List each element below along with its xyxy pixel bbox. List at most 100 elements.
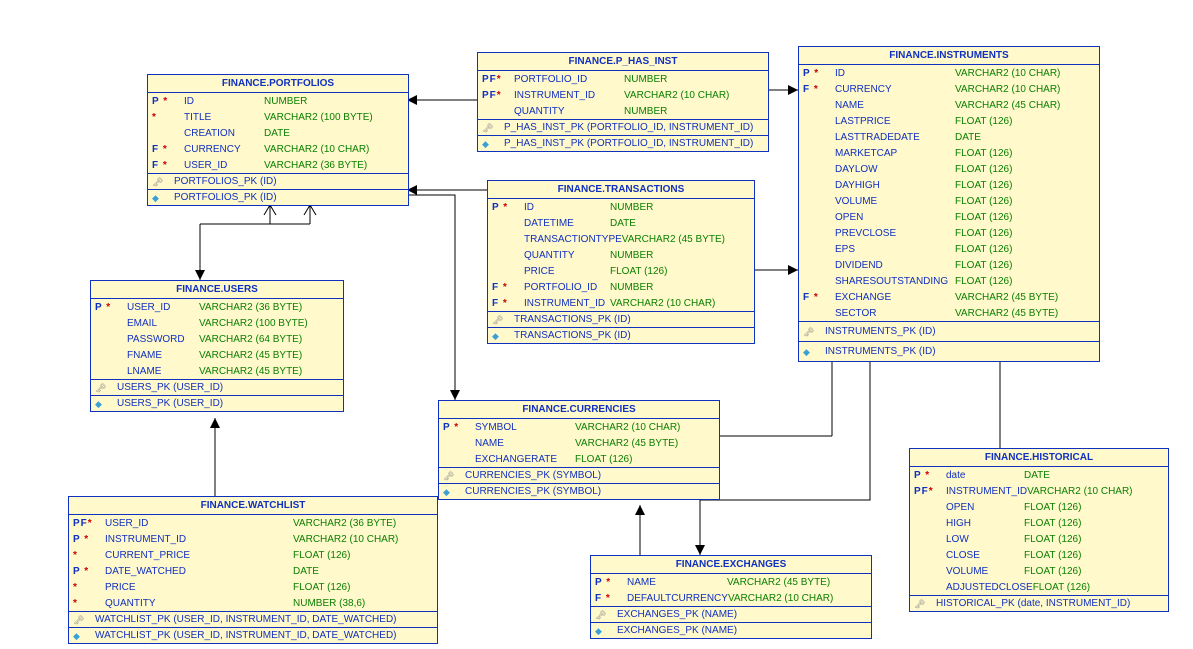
- column-type: NUMBER (38,6): [293, 598, 433, 609]
- column-row: PF*INSTRUMENT_IDVARCHAR2 (10 CHAR): [478, 87, 768, 103]
- column-name: SHARESOUTSTANDING: [835, 276, 955, 287]
- column-row: SHARESOUTSTANDINGFLOAT (126): [799, 273, 1099, 289]
- column-name: PORTFOLIO_ID: [514, 74, 624, 85]
- column-row: SECTORVARCHAR2 (45 BYTE): [799, 305, 1099, 321]
- entity-historical[interactable]: FINANCE.HISTORICAL P *dateDATEPF*INSTRUM…: [909, 448, 1169, 612]
- column-type: VARCHAR2 (45 BYTE): [955, 292, 1095, 303]
- column-flags: F *: [595, 593, 627, 604]
- pk-icon: [152, 177, 168, 187]
- entity-title: FINANCE.HISTORICAL: [910, 449, 1168, 467]
- column-name: NAME: [627, 577, 727, 588]
- column-type: VARCHAR2 (45 BYTE): [199, 366, 339, 377]
- column-type: NUMBER: [624, 106, 764, 117]
- column-type: VARCHAR2 (10 CHAR): [955, 68, 1095, 79]
- column-row: QUANTITYNUMBER: [488, 247, 754, 263]
- pk-icon: [803, 327, 819, 337]
- column-type: FLOAT (126): [293, 582, 433, 593]
- column-flags: *: [152, 112, 184, 123]
- column-flags: F *: [803, 292, 835, 303]
- pk-icon: [95, 383, 111, 393]
- column-type: FLOAT (126): [955, 260, 1095, 271]
- column-row: F *CURRENCYVARCHAR2 (10 CHAR): [148, 141, 408, 157]
- column-type: FLOAT (126): [1024, 518, 1164, 529]
- column-type: VARCHAR2 (45 BYTE): [727, 577, 867, 588]
- column-name: DAYHIGH: [835, 180, 955, 191]
- column-type: VARCHAR2 (10 CHAR): [955, 84, 1095, 95]
- column-type: FLOAT (126): [955, 164, 1095, 175]
- column-name: TITLE: [184, 112, 264, 123]
- column-name: EMAIL: [127, 318, 199, 329]
- column-name: ADJUSTEDCLOSE: [946, 582, 1033, 593]
- entity-exchanges[interactable]: FINANCE.EXCHANGES P *NAMEVARCHAR2 (45 BY…: [590, 555, 872, 639]
- column-name: LASTTRADEDATE: [835, 132, 955, 143]
- column-row: PRICEFLOAT (126): [488, 263, 754, 279]
- column-name: CURRENT_PRICE: [105, 550, 293, 561]
- entity-watchlist[interactable]: FINANCE.WATCHLIST PF*USER_IDVARCHAR2 (36…: [68, 496, 438, 644]
- column-name: DIVIDEND: [835, 260, 955, 271]
- entity-p-has-inst[interactable]: FINANCE.P_HAS_INST PF*PORTFOLIO_IDNUMBER…: [477, 52, 769, 152]
- column-flags: PF*: [482, 90, 514, 101]
- column-type: VARCHAR2 (36 BYTE): [199, 302, 339, 313]
- column-row: CREATIONDATE: [148, 125, 408, 141]
- column-name: INSTRUMENT_ID: [946, 486, 1027, 497]
- column-type: FLOAT (126): [955, 196, 1095, 207]
- column-name: OPEN: [946, 502, 1024, 513]
- column-row: TRANSACTIONTYPEVARCHAR2 (45 BYTE): [488, 231, 754, 247]
- entity-title: FINANCE.EXCHANGES: [591, 556, 871, 574]
- column-name: FNAME: [127, 350, 199, 361]
- column-name: PASSWORD: [127, 334, 199, 345]
- column-row: P *IDVARCHAR2 (10 CHAR): [799, 65, 1099, 81]
- column-flags: P *: [492, 202, 524, 213]
- column-name: VOLUME: [835, 196, 955, 207]
- column-row: FNAMEVARCHAR2 (45 BYTE): [91, 347, 343, 363]
- pk-icon: [73, 615, 89, 625]
- column-row: MARKETCAPFLOAT (126): [799, 145, 1099, 161]
- entity-users[interactable]: FINANCE.USERS P *USER_IDVARCHAR2 (36 BYT…: [90, 280, 344, 412]
- column-row: F *EXCHANGEVARCHAR2 (45 BYTE): [799, 289, 1099, 305]
- column-type: VARCHAR2 (45 BYTE): [575, 438, 715, 449]
- pk-icon: [914, 599, 930, 609]
- entity-instruments[interactable]: FINANCE.INSTRUMENTS P *IDVARCHAR2 (10 CH…: [798, 46, 1100, 362]
- column-name: NAME: [475, 438, 575, 449]
- column-row: DAYHIGHFLOAT (126): [799, 177, 1099, 193]
- column-type: NUMBER: [610, 202, 750, 213]
- entity-portfolios[interactable]: FINANCE.PORTFOLIOS P *IDNUMBER*TITLEVARC…: [147, 74, 409, 206]
- column-type: VARCHAR2 (100 BYTE): [199, 318, 339, 329]
- column-type: VARCHAR2 (10 CHAR): [575, 422, 715, 433]
- entity-currencies[interactable]: FINANCE.CURRENCIES P *SYMBOLVARCHAR2 (10…: [438, 400, 720, 500]
- column-type: FLOAT (126): [955, 276, 1095, 287]
- column-row: HIGHFLOAT (126): [910, 515, 1168, 531]
- column-name: SYMBOL: [475, 422, 575, 433]
- column-name: NAME: [835, 100, 955, 111]
- column-name: INSTRUMENT_ID: [524, 298, 610, 309]
- uk-icon: [595, 626, 611, 636]
- column-type: VARCHAR2 (36 BYTE): [293, 518, 433, 529]
- column-row: PF*INSTRUMENT_IDVARCHAR2 (10 CHAR): [910, 483, 1168, 499]
- column-name: QUANTITY: [514, 106, 624, 117]
- column-flags: F *: [152, 160, 184, 171]
- column-row: *CURRENT_PRICEFLOAT (126): [69, 547, 437, 563]
- entity-transactions[interactable]: FINANCE.TRANSACTIONS P *IDNUMBERDATETIME…: [487, 180, 755, 344]
- column-row: EPSFLOAT (126): [799, 241, 1099, 257]
- column-flags: P *: [914, 470, 946, 481]
- column-row: PF*USER_IDVARCHAR2 (36 BYTE): [69, 515, 437, 531]
- column-name: USER_ID: [127, 302, 199, 313]
- column-type: FLOAT (126): [955, 212, 1095, 223]
- column-row: F *DEFAULTCURRENCYVARCHAR2 (10 CHAR): [591, 590, 871, 606]
- column-type: FLOAT (126): [955, 228, 1095, 239]
- column-flags: *: [73, 550, 105, 561]
- column-type: VARCHAR2 (100 BYTE): [264, 112, 404, 123]
- column-type: NUMBER: [610, 282, 750, 293]
- column-type: FLOAT (126): [610, 266, 750, 277]
- column-row: LASTPRICEFLOAT (126): [799, 113, 1099, 129]
- column-type: VARCHAR2 (36 BYTE): [264, 160, 404, 171]
- column-type: FLOAT (126): [575, 454, 715, 465]
- column-type: FLOAT (126): [1024, 550, 1164, 561]
- column-row: LASTTRADEDATEDATE: [799, 129, 1099, 145]
- uk-icon: [482, 139, 498, 149]
- column-type: FLOAT (126): [955, 116, 1095, 127]
- column-row: EMAILVARCHAR2 (100 BYTE): [91, 315, 343, 331]
- column-name: HIGH: [946, 518, 1024, 529]
- column-type: VARCHAR2 (10 CHAR): [610, 298, 750, 309]
- column-type: DATE: [955, 132, 1095, 143]
